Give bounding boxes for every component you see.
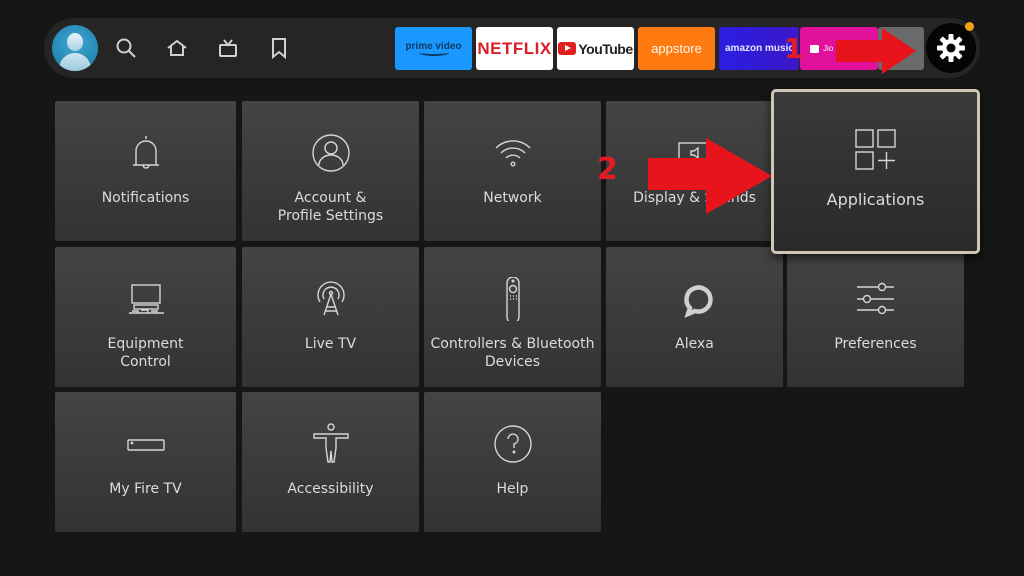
profile-avatar[interactable] <box>52 25 98 71</box>
remote-icon <box>491 276 535 324</box>
tile-label: Applications <box>826 190 925 209</box>
tile-label: Alexa <box>675 336 714 352</box>
annotation-number-1: 1 <box>784 32 804 65</box>
avatar-body <box>59 53 91 71</box>
app-youtube-label: YouTube <box>578 40 633 57</box>
tile-network[interactable]: Network <box>424 101 601 241</box>
tile-help[interactable]: Help <box>424 392 601 532</box>
tile-notifications[interactable]: Notifications <box>55 101 236 241</box>
equipment-icon <box>124 277 168 321</box>
tile-label: Preferences <box>834 336 917 352</box>
annotation-arrow-1 <box>836 28 916 74</box>
tile-alexa[interactable]: Alexa <box>606 247 783 387</box>
app-jio-label: Jio <box>823 44 834 53</box>
apps-icon <box>852 126 900 174</box>
bookmark-icon[interactable] <box>267 36 291 60</box>
youtube-play-icon <box>558 42 577 55</box>
tile-preferences[interactable]: Preferences <box>787 247 964 387</box>
accessibility-icon <box>309 422 353 466</box>
tile-label: Controllers & Bluetooth Devices <box>430 336 595 370</box>
app-youtube[interactable]: YouTube <box>557 27 634 70</box>
app-appstore[interactable]: appstore <box>638 27 715 70</box>
annotation-arrow-2 <box>648 138 772 214</box>
app-netflix[interactable]: NETFLIX <box>476 27 553 70</box>
profile-icon <box>309 131 353 175</box>
tile-equipment-control[interactable]: Equipment Control <box>55 247 236 387</box>
notification-dot <box>965 22 974 31</box>
tile-label: Network <box>483 190 542 206</box>
app-prime-video[interactable]: prime video <box>395 27 472 70</box>
antenna-icon <box>309 277 353 321</box>
bell-icon <box>124 131 168 175</box>
tile-my-fire-tv[interactable]: My Fire TV <box>55 392 236 532</box>
search-icon[interactable] <box>114 36 138 60</box>
fire-tv-device-icon <box>124 422 168 466</box>
tile-accessibility[interactable]: Accessibility <box>242 392 419 532</box>
tile-account-profile-settings[interactable]: Account & Profile Settings <box>242 101 419 241</box>
live-tv-icon[interactable] <box>216 36 240 60</box>
tile-label: Equipment Control <box>107 336 184 370</box>
tile-label: Notifications <box>101 190 190 206</box>
app-netflix-label: NETFLIX <box>477 38 552 58</box>
wifi-icon <box>491 131 535 175</box>
tile-label: Help <box>496 481 529 497</box>
avatar-head <box>67 33 83 51</box>
jio-logo-icon <box>810 44 819 53</box>
help-icon <box>491 422 535 466</box>
tile-label: Accessibility <box>287 481 374 497</box>
sliders-icon <box>854 277 898 321</box>
tile-controllers-bluetooth-devices[interactable]: Controllers & Bluetooth Devices <box>424 247 601 387</box>
prime-smile-logo <box>418 49 449 56</box>
tile-label: Account & Profile Settings <box>277 190 384 224</box>
gear-icon <box>937 34 965 62</box>
annotation-number-2: 2 <box>597 152 618 187</box>
tile-live-tv[interactable]: Live TV <box>242 247 419 387</box>
tile-label: Live TV <box>304 336 357 352</box>
tile-label: My Fire TV <box>109 481 182 497</box>
home-icon[interactable] <box>165 36 189 60</box>
app-appstore-label: appstore <box>651 41 702 56</box>
alexa-icon <box>673 277 717 321</box>
tile-applications[interactable]: Applications <box>771 89 980 254</box>
